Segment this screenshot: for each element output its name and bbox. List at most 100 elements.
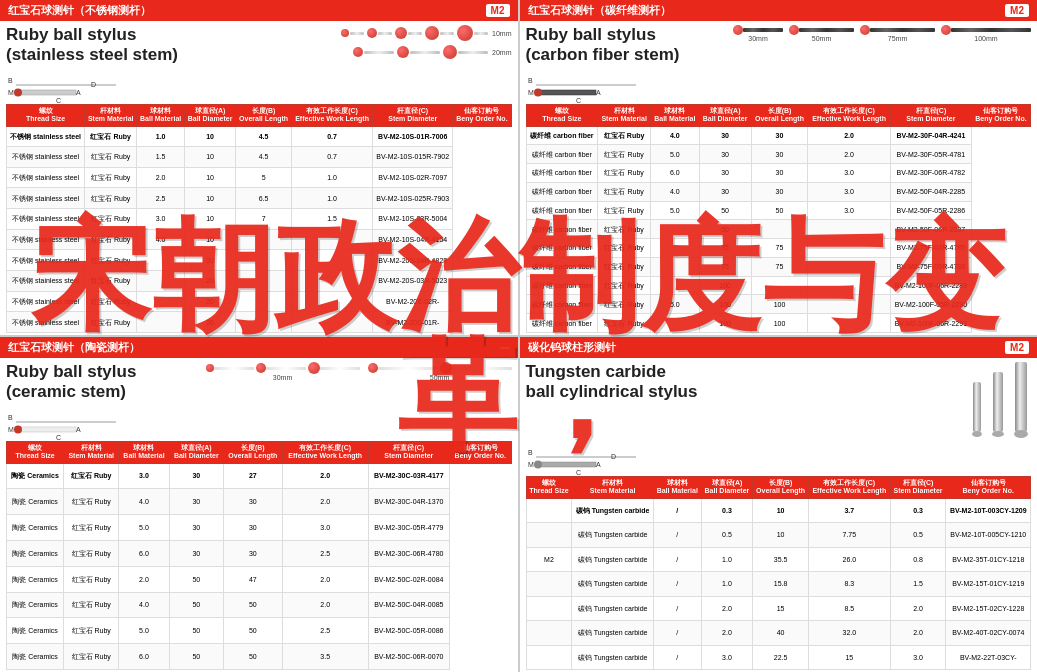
svg-text:M: M	[528, 89, 534, 96]
table-row: 陶瓷 Ceramics红宝石 Ruby3.030272.0BV-M2-30C-0…	[7, 463, 512, 489]
th-ball-mat-cer: 球材料Ball Material	[119, 441, 169, 463]
table-cell	[808, 239, 891, 258]
panel-header-tungsten: 碳化钨球柱形测针 M2	[520, 337, 1038, 358]
table-cell: BV-M2-100F-06R-2289	[890, 276, 971, 295]
svg-rect-26	[1015, 362, 1027, 432]
table-cell: 1.0	[137, 126, 185, 147]
table-cell: 碳钨 Tungsten carbide	[572, 572, 654, 596]
table-cell	[751, 276, 808, 295]
table-row: 不锈钢 stainless steel红宝石 Ruby20BV-M2-20S-0…	[7, 291, 512, 312]
table-cell	[137, 250, 185, 271]
table-cell	[526, 621, 572, 645]
table-cell: 3.5	[282, 644, 368, 670]
table-cell: 2.0	[282, 463, 368, 489]
table-row: 碳钨 Tungsten carbide/2.04032.02.0BV-M2-40…	[526, 621, 1031, 645]
svg-point-12	[534, 88, 542, 96]
table-cell	[808, 314, 891, 333]
table-cell: 陶瓷 Ceramics	[7, 489, 64, 515]
table-cell: 10	[184, 188, 235, 209]
table-body-stainless: 不锈钢 stainless steel红宝石 Ruby1.0104.50.7BV…	[7, 126, 512, 332]
th-thread-cer: 螺纹Thread Size	[7, 441, 64, 463]
table-cell: 26.0	[809, 547, 891, 571]
table-cell: 红宝石 Ruby	[85, 167, 137, 188]
stylus-unit-5	[457, 25, 488, 41]
diagram-tungsten: B M C A D	[526, 446, 1032, 476]
table-cell: 5.0	[651, 145, 699, 164]
table-cell: 红宝石 Ruby	[598, 145, 651, 164]
th-length: 长度(B)Overall Length	[236, 104, 292, 126]
svg-text:D: D	[91, 81, 96, 88]
svg-text:C: C	[56, 434, 61, 440]
table-cell: 50	[169, 566, 223, 592]
carbon-images-row: 30mm 50mm	[733, 25, 1031, 42]
table-cell: /	[653, 547, 701, 571]
product-title-ceramic: Ruby ball stylus (ceramic stem)	[6, 362, 136, 407]
ceramic-long-stem	[452, 367, 512, 370]
product-images-ceramic: 30mm	[144, 362, 511, 381]
table-cell: 不锈钢 stainless steel	[7, 126, 85, 147]
table-cell: 红宝石 Ruby	[598, 220, 651, 239]
th-thread-tc: 螺纹Thread Size	[526, 477, 572, 499]
table-row: 陶瓷 Ceramics红宝石 Ruby5.030303.0BV-M2-30C-0…	[7, 515, 512, 541]
table-cell	[137, 312, 185, 333]
table-cell	[291, 250, 372, 271]
table-cell: BV-M2-10S-02R-7097	[373, 167, 453, 188]
table-cell: 30	[751, 182, 808, 201]
table-cell: 50	[751, 201, 808, 220]
panel-body-ceramic: Ruby ball stylus (ceramic stem)	[0, 358, 518, 672]
th-stem-dia-tc: 杆直径(C)Stem Diameter	[890, 477, 946, 499]
table-cell: 0.5	[890, 523, 946, 547]
svg-point-4	[14, 88, 22, 96]
svg-text:M: M	[8, 89, 14, 96]
table-cell: 不锈钢 stainless steel	[7, 209, 85, 230]
table-cell: BV-M2-40T-02CY-0074	[946, 621, 1031, 645]
table-cell: BV-M2-10S-025R-7903	[373, 188, 453, 209]
table-body-ceramic: 陶瓷 Ceramics红宝石 Ruby3.030272.0BV-M2-30C-0…	[7, 463, 512, 669]
svg-rect-31	[536, 462, 596, 467]
table-cell: BV-M2-10T-003CY-1209	[946, 498, 1031, 522]
long-stem	[458, 51, 488, 54]
panel-body-tungsten: Tungsten carbide ball cylindrical stylus	[520, 358, 1038, 672]
ceramic-images-row: 30mm	[206, 362, 512, 381]
table-cell: 4.0	[119, 592, 169, 618]
table-cell: 10	[184, 209, 235, 230]
product-images-carbon: 30mm 50mm	[687, 25, 1031, 42]
table-row: 碳纤维 carbon fiber红宝石 Ruby7575BV-M2-75F-04…	[526, 239, 1031, 258]
table-cell: 陶瓷 Ceramics	[7, 566, 64, 592]
th-thread-c: 螺纹Thread Size	[526, 104, 598, 126]
table-cell: 0.5	[701, 523, 752, 547]
table-cell: 35.5	[753, 547, 809, 571]
table-cell: 4.0	[119, 489, 169, 515]
table-cell: 6.5	[236, 188, 292, 209]
ceramic-s3	[308, 362, 360, 374]
table-cell	[751, 220, 808, 239]
table-cell: 2.0	[890, 621, 946, 645]
table-cell: /	[653, 523, 701, 547]
table-cell: 15	[753, 596, 809, 620]
table-cell: 47	[223, 566, 282, 592]
table-cell: 50	[223, 618, 282, 644]
table-cell: BV-M2-15T-01CY-1219	[946, 572, 1031, 596]
ceramic-stem	[320, 367, 360, 370]
tc-stylus-group	[969, 362, 1031, 442]
table-cell: 4.5	[236, 147, 292, 168]
m2-badge-carbon: M2	[1005, 4, 1029, 17]
table-cell: 3.0	[808, 182, 891, 201]
th-ball-dia-tc: 球直径(A)Ball Diameter	[701, 477, 752, 499]
stainless-balls-row: 10mm	[341, 25, 511, 41]
table-row: 不锈钢 stainless steel红宝石 Ruby1.5104.50.7BV…	[7, 147, 512, 168]
svg-text:C: C	[56, 97, 61, 103]
th-ball-dia-cer: 球直径(A)Ball Diameter	[169, 441, 223, 463]
cf-stylus-30	[733, 25, 783, 35]
table-cell: 7	[236, 209, 292, 230]
table-cell: 陶瓷 Ceramics	[7, 592, 64, 618]
ceramic-long	[368, 362, 512, 374]
table-row: 陶瓷 Ceramics红宝石 Ruby4.030302.0BV-M2-30C-0…	[7, 489, 512, 515]
ruby-ball	[443, 45, 457, 59]
table-cell: 0.3	[701, 498, 752, 522]
table-cell: 红宝石 Ruby	[64, 540, 119, 566]
svg-point-23	[972, 431, 982, 437]
table-cell	[808, 295, 891, 314]
panel-header-carbon: 红宝石球测针（碳纤维测杆） M2	[520, 0, 1038, 21]
cf-75mm: 75mm	[860, 25, 935, 42]
